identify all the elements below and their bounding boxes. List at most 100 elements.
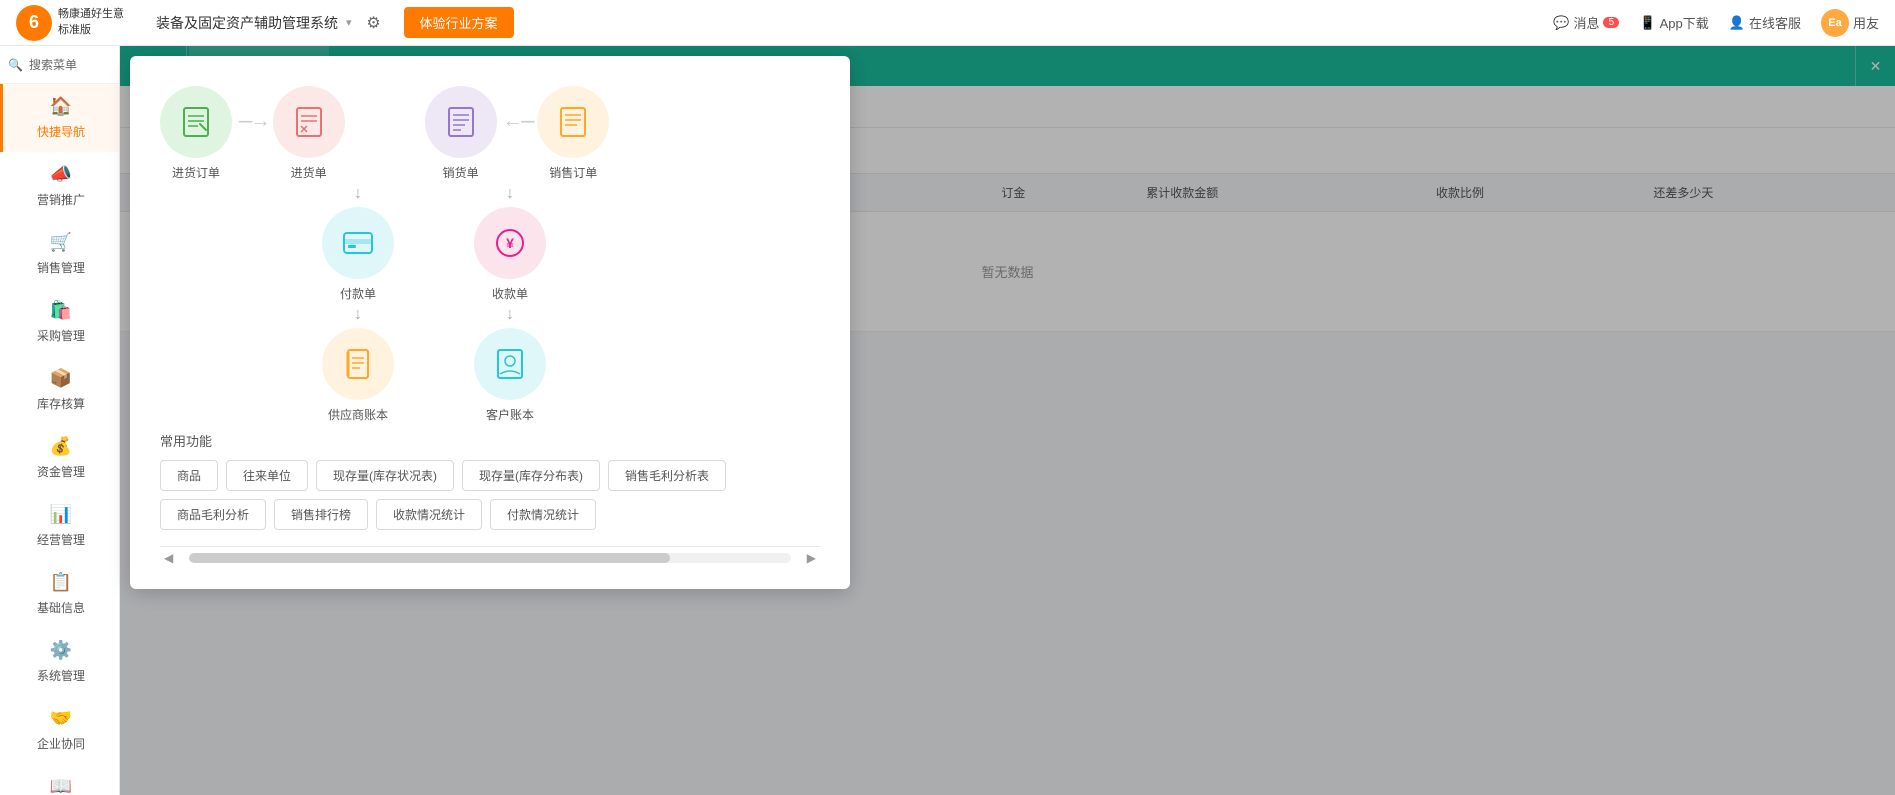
receipt-icon: ¥ [474,207,546,279]
sidebar-item-basic[interactable]: 📋 基础信息 [0,560,119,628]
common-func-button[interactable]: 现存量(库存状况表) [316,460,454,491]
sidebar-item-guide[interactable]: 📖 新手引导 [0,764,119,795]
logo: 6 畅康通好生意 标准版 [16,5,136,41]
common-func-button[interactable]: 现存量(库存分布表) [462,460,600,491]
sidebar-item-label: 库存核算 [37,395,85,412]
logo-text: 畅康通好生意 标准版 [58,7,124,38]
sidebar-item-enterprise[interactable]: 🤝 企业协同 [0,696,119,764]
down-arrow-pb: ↓ [322,185,394,203]
search-label: 搜索菜单 [29,56,77,73]
purchase-icon: 🛍️ [50,300,72,321]
avatar: Ea [1821,9,1849,37]
cf-buttons: 商品往来单位现存量(库存状况表) 现存量(库存分布表) 销售毛利分析表商品毛利分析销… [160,460,820,530]
topbar: 6 畅康通好生意 标准版 装备及固定资产辅助管理系统 ▾ ⚙ 体验行业方案 💬 … [0,0,1895,46]
scroll-bar-area: ◀ ▶ [160,546,820,569]
topbar-right: 💬 消息 5 📱 App下载 👤 在线客服 Ea 用友 [1553,9,1879,37]
customer-ledger-label: 客户账本 [486,406,534,423]
sidebar-item-label: 经营管理 [37,531,85,548]
sidebar-item-operation[interactable]: 📊 经营管理 [0,492,119,560]
purchase-bill-icon [273,86,345,158]
sidebar-item-label: 基础信息 [37,599,85,616]
basic-icon: 📋 [50,572,72,593]
payment-label: 付款单 [340,285,376,302]
marketing-icon: 📣 [50,164,72,185]
down-arrow-sb: ↓ [474,185,546,203]
app-icon: 📱 [1639,15,1655,31]
common-func-button[interactable]: 销售排行榜 [274,499,368,530]
sale-bill-icon [425,86,497,158]
sidebar-item-label: 销售管理 [37,259,85,276]
scroll-right-arrow[interactable]: ▶ [803,551,820,565]
purchase-order-node: 进货订单 [160,86,232,181]
common-func-title: 常用功能 [160,431,820,450]
purchase-bill-label: 进货单 [291,164,327,181]
sale-order-label: 销售订单 [549,164,597,181]
middle-row: 付款单 ¥ 收款单 [160,207,820,302]
message-icon: 💬 [1553,15,1569,31]
user-item[interactable]: Ea 用友 [1821,9,1879,37]
finance-icon: 💰 [50,436,72,457]
scroll-track[interactable] [189,553,791,563]
sidebar: 🔍 搜索菜单 🏠 快捷导航 📣 营销推广 🛒 销售管理 🛍️ 采购管理 📦 库存… [0,46,120,795]
supplier-ledger-label: 供应商账本 [328,406,388,423]
common-func-button[interactable]: 往来单位 [226,460,308,491]
sidebar-item-system[interactable]: ⚙️ 系统管理 [0,628,119,696]
exp-btn[interactable]: 体验行业方案 [404,7,514,38]
modal-overlay[interactable]: 进货订单 - - - → 进货单 [120,46,1895,795]
system-icon: ⚙️ [50,640,72,661]
sidebar-item-label: 采购管理 [37,327,85,344]
message-badge: 5 [1603,17,1619,28]
sidebar-item-purchase[interactable]: 🛍️ 采购管理 [0,288,119,356]
common-func-button[interactable]: 收款情况统计 [376,499,482,530]
service-icon: 👤 [1729,15,1745,31]
arrow-po-pb: - - - → [238,110,267,133]
operation-icon: 📊 [50,504,72,525]
modal-box: 进货订单 - - - → 进货单 [130,56,850,589]
sidebar-item-inventory[interactable]: 📦 库存核算 [0,356,119,424]
down-arrows-row: ↓ ↓ [160,185,820,203]
common-func-button[interactable]: 销售毛利分析表 [608,460,726,491]
search-icon: 🔍 [8,58,23,72]
common-func-button[interactable]: 商品 [160,460,218,491]
sidebar-item-label: 营销推广 [37,191,85,208]
message-item[interactable]: 💬 消息 5 [1553,13,1619,32]
down-arrow-receipt: ↓ [474,306,546,324]
common-func-button[interactable]: 付款情况统计 [490,499,596,530]
payment-icon [322,207,394,279]
common-func-button[interactable]: 商品毛利分析 [160,499,266,530]
system-title: 装备及固定资产辅助管理系统 ▾ ⚙ 体验行业方案 [156,7,514,38]
purchase-order-icon [160,86,232,158]
app-download-item[interactable]: 📱 App下载 [1639,13,1708,32]
sales-icon: 🛒 [50,232,72,253]
receipt-node: ¥ 收款单 [474,207,546,302]
supplier-ledger-icon [322,328,394,400]
down-arrow-payment: ↓ [322,306,394,324]
sidebar-item-label: 系统管理 [37,667,85,684]
guide-icon: 📖 [50,776,72,795]
svg-text:¥: ¥ [506,235,514,251]
flow-diagram: 进货订单 - - - → 进货单 [160,86,820,423]
sidebar-item-label: 资金管理 [37,463,85,480]
sidebar-item-marketing[interactable]: 📣 营销推广 [0,152,119,220]
sale-order-icon [537,86,609,158]
gear-button[interactable]: ⚙ [360,9,388,37]
sale-bill-node: 销货单 [425,86,497,181]
sidebar-item-finance[interactable]: 💰 资金管理 [0,424,119,492]
customer-ledger-icon [474,328,546,400]
scroll-left-arrow[interactable]: ◀ [160,551,177,565]
sidebar-item-quick-nav[interactable]: 🏠 快捷导航 [0,84,119,152]
sale-order-node: 销售订单 [537,86,609,181]
search-menu[interactable]: 🔍 搜索菜单 [0,46,119,84]
down-arrows-row2: ↓ ↓ [160,306,820,324]
purchase-order-label: 进货订单 [172,164,220,181]
sidebar-item-label: 快捷导航 [37,123,85,140]
online-service-item[interactable]: 👤 在线客服 [1729,13,1801,32]
quick-nav-icon: 🏠 [50,96,72,117]
receipt-label: 收款单 [492,285,528,302]
inventory-icon: 📦 [50,368,72,389]
scroll-thumb [189,553,670,563]
sidebar-item-sales[interactable]: 🛒 销售管理 [0,220,119,288]
purchase-bill-node: 进货单 [273,86,345,181]
logo-icon: 6 [16,5,52,41]
supplier-ledger-node: 供应商账本 [322,328,394,423]
